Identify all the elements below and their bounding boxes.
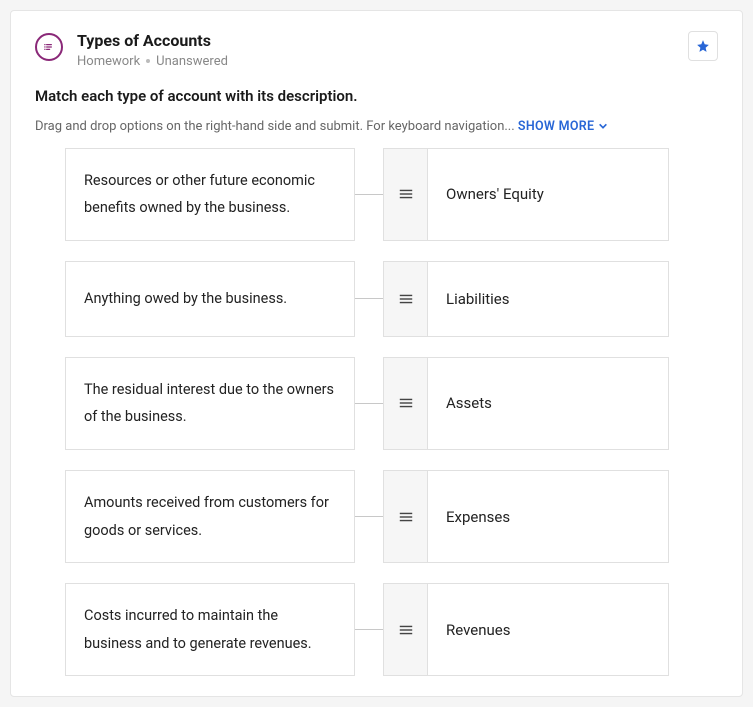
match-row: Amounts received from customers for good… xyxy=(65,470,718,563)
option-box[interactable]: Revenues xyxy=(383,583,669,676)
drag-handle[interactable] xyxy=(384,471,428,562)
question-type-icon xyxy=(35,33,63,61)
description-box: Costs incurred to maintain the business … xyxy=(65,583,355,676)
drag-handle[interactable] xyxy=(384,149,428,240)
description-box: Amounts received from customers for good… xyxy=(65,470,355,563)
match-row: Resources or other future economic benef… xyxy=(65,148,718,241)
question-header: Types of Accounts Homework Unanswered xyxy=(35,31,718,69)
connector xyxy=(355,583,383,676)
match-row: Costs incurred to maintain the business … xyxy=(65,583,718,676)
connector-line xyxy=(355,403,383,404)
option-label: Expenses xyxy=(428,471,668,562)
description-box: Anything owed by the business. xyxy=(65,261,355,337)
description-text: Anything owed by the business. xyxy=(84,285,287,313)
option-box[interactable]: Owners' Equity xyxy=(383,148,669,241)
match-row: The residual interest due to the owners … xyxy=(65,357,718,450)
drag-handle[interactable] xyxy=(384,358,428,449)
description-box: The residual interest due to the owners … xyxy=(65,357,355,450)
show-more-link[interactable]: SHOW MORE xyxy=(518,119,608,134)
description-text: Costs incurred to maintain the business … xyxy=(84,602,336,657)
option-label: Assets xyxy=(428,358,668,449)
connector xyxy=(355,470,383,563)
question-meta: Homework Unanswered xyxy=(77,54,718,69)
connector-line xyxy=(355,194,383,195)
drag-handle[interactable] xyxy=(384,262,428,336)
description-box: Resources or other future economic benef… xyxy=(65,148,355,241)
star-icon xyxy=(696,39,710,53)
show-more-label: SHOW MORE xyxy=(518,119,594,134)
separator-dot xyxy=(146,59,150,63)
option-label: Revenues xyxy=(428,584,668,675)
drag-handle[interactable] xyxy=(384,584,428,675)
chevron-down-icon xyxy=(598,121,608,131)
question-title: Types of Accounts xyxy=(77,31,718,52)
connector xyxy=(355,261,383,337)
description-text: Resources or other future economic benef… xyxy=(84,167,336,222)
category-label: Homework xyxy=(77,54,140,69)
status-label: Unanswered xyxy=(156,54,228,69)
connector-line xyxy=(355,298,383,299)
list-bubble-icon xyxy=(42,40,56,54)
option-label: Liabilities xyxy=(428,262,668,336)
drag-icon xyxy=(398,396,414,410)
instruction-text: Match each type of account with its desc… xyxy=(35,87,718,105)
drag-icon xyxy=(398,510,414,524)
match-row: Anything owed by the business. Liabiliti… xyxy=(65,261,718,337)
option-label: Owners' Equity xyxy=(428,149,668,240)
question-card: Types of Accounts Homework Unanswered Ma… xyxy=(10,10,743,697)
bookmark-button[interactable] xyxy=(688,31,718,61)
option-box[interactable]: Assets xyxy=(383,357,669,450)
drag-icon xyxy=(398,292,414,306)
connector xyxy=(355,357,383,450)
hint-text: Drag and drop options on the right-hand … xyxy=(35,119,718,134)
option-box[interactable]: Expenses xyxy=(383,470,669,563)
hint-prefix: Drag and drop options on the right-hand … xyxy=(35,119,518,134)
match-rows: Resources or other future economic benef… xyxy=(35,148,718,676)
connector xyxy=(355,148,383,241)
connector-line xyxy=(355,629,383,630)
connector-line xyxy=(355,516,383,517)
option-box[interactable]: Liabilities xyxy=(383,261,669,337)
drag-icon xyxy=(398,623,414,637)
drag-icon xyxy=(398,187,414,201)
description-text: Amounts received from customers for good… xyxy=(84,489,336,544)
description-text: The residual interest due to the owners … xyxy=(84,376,336,431)
